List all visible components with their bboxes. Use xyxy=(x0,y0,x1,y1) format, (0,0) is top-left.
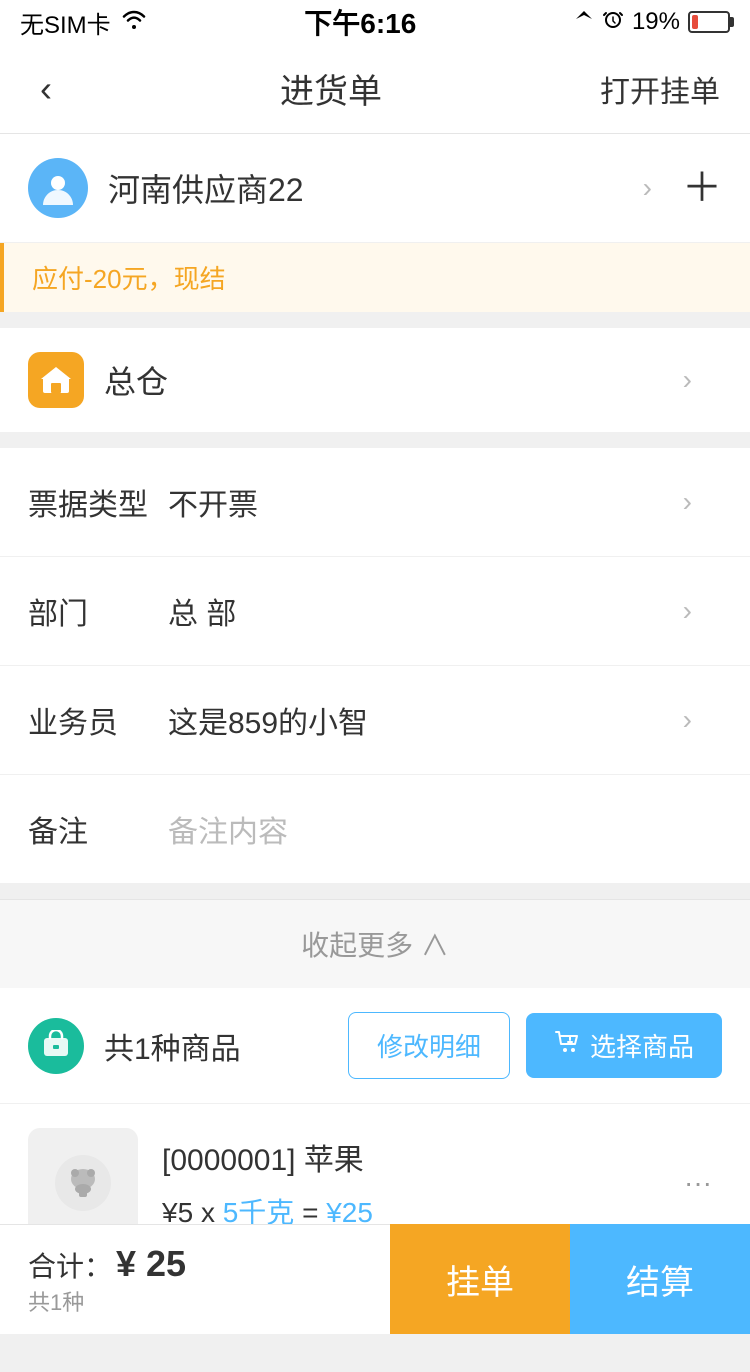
warehouse-section: 总仓 › xyxy=(0,328,750,432)
wifi-icon xyxy=(121,8,147,36)
supplier-section: 河南供应商22 › ＋ 应付-20元，现结 xyxy=(0,134,750,312)
back-button[interactable]: ‹ xyxy=(30,58,62,120)
note-row[interactable]: 备注 备注内容 xyxy=(0,775,750,883)
products-count: 共1种商品 xyxy=(104,1024,348,1068)
invoice-row[interactable]: 票据类型 不开票 › xyxy=(0,448,750,557)
sales-value: 这是859的小智 xyxy=(148,698,683,742)
pending-button[interactable]: 挂单 xyxy=(390,1224,570,1334)
form-section: 票据类型 不开票 › 部门 总 部 › 业务员 这是859的小智 › 备注 备注… xyxy=(0,448,750,883)
total-count: 共1种 xyxy=(28,1285,362,1317)
supplier-row[interactable]: 河南供应商22 › ＋ xyxy=(0,134,750,243)
warehouse-chevron-icon: › xyxy=(683,364,692,396)
supplier-avatar xyxy=(28,158,88,218)
location-icon xyxy=(574,8,594,36)
bottom-bar: 合计： ¥ 25 共1种 挂单 结算 xyxy=(0,1224,750,1334)
alarm-icon xyxy=(602,8,624,37)
products-header: 共1种商品 修改明细 选择商品 xyxy=(0,988,750,1104)
supplier-chevron-icon: › xyxy=(643,172,652,204)
dept-value: 总 部 xyxy=(148,589,683,633)
collapse-bar[interactable]: 收起更多 ∧ xyxy=(0,899,750,988)
warehouse-icon xyxy=(28,352,84,408)
status-left: 无SIM卡 xyxy=(20,5,147,40)
products-icon xyxy=(28,1018,84,1074)
warehouse-row[interactable]: 总仓 › xyxy=(0,328,750,432)
invoice-label: 票据类型 xyxy=(28,480,148,524)
sales-chevron-icon: › xyxy=(683,704,692,736)
main-content: 河南供应商22 › ＋ 应付-20元，现结 总仓 › 票据类型 不开票 › xyxy=(0,134,750,1372)
dept-chevron-icon: › xyxy=(683,595,692,627)
product-name: [0000001] 苹果 xyxy=(162,1135,674,1179)
product-info: [0000001] 苹果 ¥5 x 5千克 = ¥25 xyxy=(162,1135,674,1231)
select-product-label: 选择商品 xyxy=(590,1027,694,1064)
product-thumbnail xyxy=(28,1128,138,1238)
invoice-chevron-icon: › xyxy=(683,486,692,518)
supplier-notice: 应付-20元，现结 xyxy=(0,243,750,312)
dept-label: 部门 xyxy=(28,589,148,633)
add-supplier-button[interactable]: ＋ xyxy=(682,168,722,208)
warehouse-name: 总仓 xyxy=(104,357,683,403)
sales-row[interactable]: 业务员 这是859的小智 › xyxy=(0,666,750,775)
total-section: 合计： ¥ 25 共1种 xyxy=(0,1224,390,1334)
status-time: 下午6:16 xyxy=(304,2,416,42)
supplier-name: 河南供应商22 xyxy=(108,165,643,211)
total-label: 合计： xyxy=(28,1245,112,1285)
nav-bar: ‹ 进货单 打开挂单 xyxy=(0,44,750,134)
sales-label: 业务员 xyxy=(28,698,148,742)
products-section: 共1种商品 修改明细 选择商品 xyxy=(0,988,750,1262)
battery-icon xyxy=(688,11,730,33)
total-amount: ¥ 25 xyxy=(116,1243,186,1285)
checkout-button[interactable]: 结算 xyxy=(570,1224,750,1334)
product-more-button[interactable]: ··· xyxy=(674,1157,722,1209)
select-product-button[interactable]: 选择商品 xyxy=(526,1013,722,1078)
status-right: 19% xyxy=(574,8,730,37)
carrier-text: 无SIM卡 xyxy=(20,5,111,40)
dept-row[interactable]: 部门 总 部 › xyxy=(0,557,750,666)
status-bar: 无SIM卡 下午6:16 19% xyxy=(0,0,750,44)
cart-icon xyxy=(554,1030,582,1061)
open-pending-button[interactable]: 打开挂单 xyxy=(600,67,720,111)
invoice-value: 不开票 xyxy=(148,480,683,524)
edit-details-button[interactable]: 修改明细 xyxy=(348,1012,510,1079)
battery-percent: 19% xyxy=(632,8,680,36)
page-title: 进货单 xyxy=(280,64,382,113)
note-placeholder: 备注内容 xyxy=(148,807,722,851)
note-label: 备注 xyxy=(28,807,148,851)
